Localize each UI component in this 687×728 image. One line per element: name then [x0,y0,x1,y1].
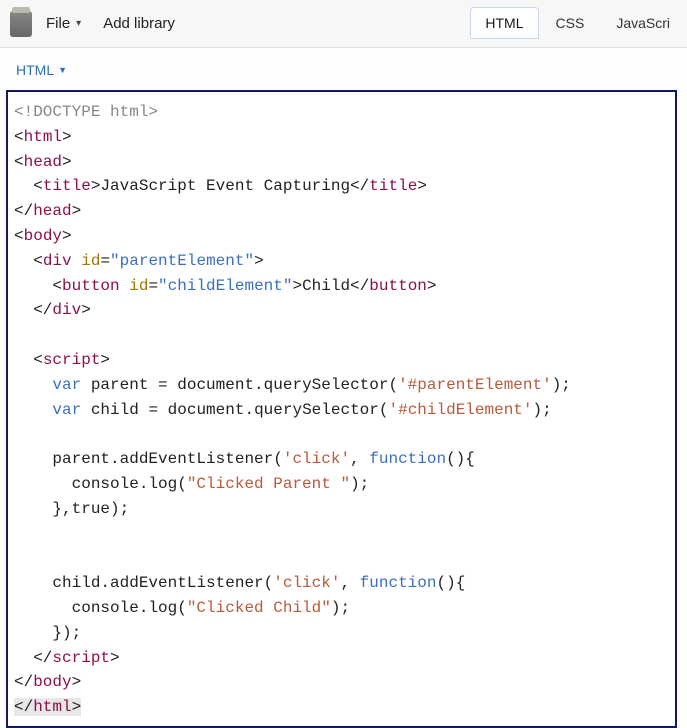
jsbin-logo-icon[interactable] [10,11,32,37]
caret-down-icon: ▾ [76,18,81,29]
panel-subbar: HTML ▼ [0,48,687,86]
code-doctype: <!DOCTYPE html> [14,103,158,121]
file-menu[interactable]: File ▾ [46,15,81,32]
tab-css[interactable]: CSS [541,7,600,39]
tab-javascript[interactable]: JavaScri [601,7,685,39]
top-toolbar: File ▾ Add library HTML CSS JavaScri [0,0,687,48]
tab-html[interactable]: HTML [470,7,538,39]
caret-down-icon: ▼ [58,65,67,75]
file-menu-label: File [46,15,70,32]
language-tabs: HTML CSS JavaScri [470,7,687,39]
add-library-button[interactable]: Add library [103,15,175,32]
panel-type-label: HTML [16,62,54,78]
panel-type-dropdown[interactable]: HTML ▼ [16,62,671,78]
code-editor[interactable]: <!DOCTYPE html> <html> <head> <title>Jav… [6,90,677,728]
